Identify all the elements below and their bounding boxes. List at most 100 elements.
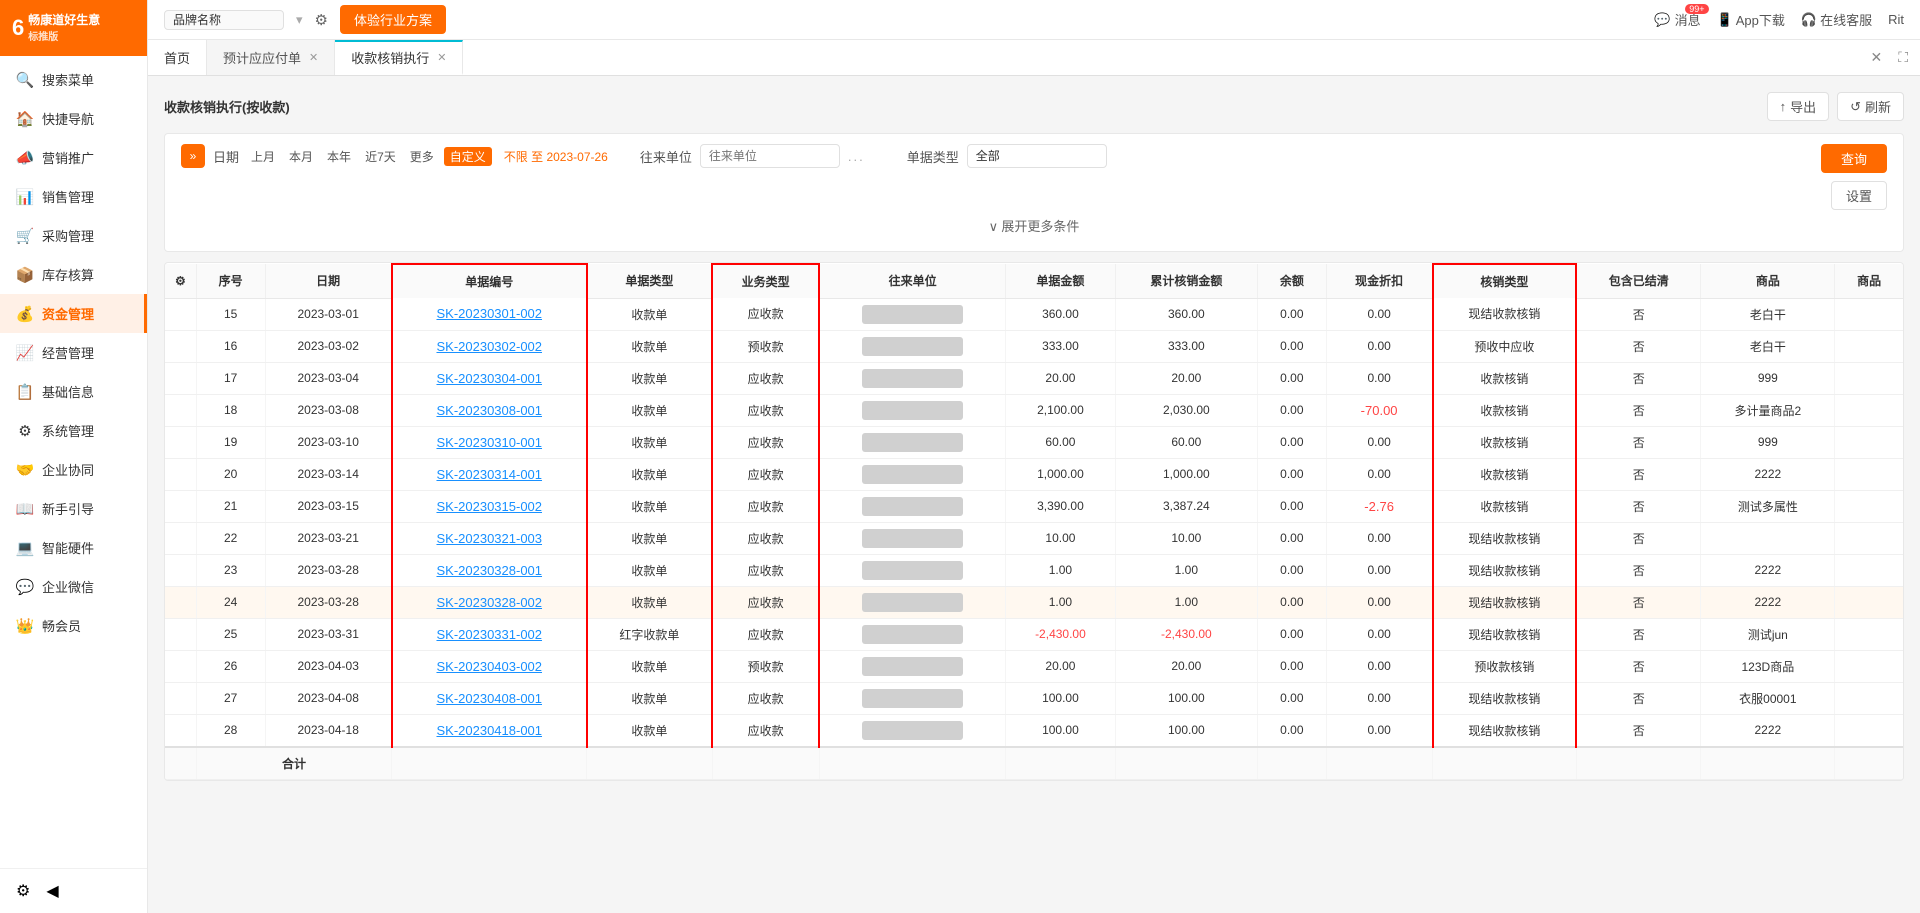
filter-expand-btn[interactable]: ∨ 展开更多条件 <box>181 210 1887 241</box>
tab-fullscreen-icon[interactable]: ⛶ <box>1894 45 1912 70</box>
cell-doc-no[interactable]: SK-20230328-002 <box>392 586 587 618</box>
cell-doc-no[interactable]: SK-20230403-002 <box>392 650 587 682</box>
sidebar-item-label: 销售管理 <box>42 187 94 206</box>
query-btn[interactable]: 查询 <box>1821 144 1887 173</box>
sidebar-item-inventory[interactable]: 📦 库存核算 <box>0 255 147 294</box>
date-custom-btn[interactable]: 自定义 <box>444 147 492 166</box>
sidebar-item-enterprise[interactable]: 🤝 企业协同 <box>0 450 147 489</box>
cell-doc-no[interactable]: SK-20230408-001 <box>392 682 587 714</box>
cell-include-settled: 否 <box>1576 394 1701 426</box>
date-more-btn[interactable]: 更多 <box>406 146 438 167</box>
cell-settings <box>165 682 196 714</box>
cell-doc-no[interactable]: SK-20230321-003 <box>392 522 587 554</box>
tab-collection-verify[interactable]: 收款核销执行 ✕ <box>335 40 463 75</box>
cell-doc-no[interactable]: SK-20230418-001 <box>392 714 587 747</box>
cell-balance: 0.00 <box>1257 394 1326 426</box>
cell-date: 2023-03-01 <box>265 298 392 330</box>
cell-discount: 0.00 <box>1326 522 1432 554</box>
app-download-link[interactable]: 📱 App下载 <box>1717 10 1785 29</box>
sidebar-item-marketing[interactable]: 📣 营销推广 <box>0 138 147 177</box>
cell-discount: 0.00 <box>1326 714 1432 747</box>
member-icon: 👑 <box>16 617 34 635</box>
cell-biz-type: 应收款 <box>712 618 819 650</box>
tab-presettlement-close[interactable]: ✕ <box>309 51 318 64</box>
th-settings[interactable]: ⚙ <box>165 264 196 298</box>
page-title-text: 收款核销执行(按收款) <box>164 97 290 116</box>
sidebar-item-quicknav[interactable]: 🏠 快捷导航 <box>0 99 147 138</box>
cell-settings <box>165 586 196 618</box>
brand-input[interactable] <box>164 10 284 30</box>
cell-verify-type: 收款核销 <box>1433 426 1577 458</box>
cell-no: 16 <box>196 330 265 362</box>
sidebar-item-search[interactable]: 🔍 搜索菜单 <box>0 60 147 99</box>
cell-balance: 0.00 <box>1257 490 1326 522</box>
cell-verified: 100.00 <box>1115 714 1257 747</box>
solution-btn[interactable]: 体验行业方案 <box>340 5 446 34</box>
tab-presettlement[interactable]: 预计应应付单 ✕ <box>207 40 335 75</box>
export-btn[interactable]: ↑ 导出 <box>1767 92 1830 121</box>
cell-verified: 360.00 <box>1115 298 1257 330</box>
sales-icon: 📊 <box>16 188 34 206</box>
online-service-link[interactable]: 🎧 在线客服 <box>1801 10 1872 29</box>
messages-btn[interactable]: 💬 消息 99+ <box>1654 10 1700 29</box>
sidebar-item-sales[interactable]: 📊 销售管理 <box>0 177 147 216</box>
cell-doc-no[interactable]: SK-20230315-002 <box>392 490 587 522</box>
cell-doc-no[interactable]: SK-20230308-001 <box>392 394 587 426</box>
filter-partner-input[interactable] <box>700 144 840 168</box>
topbar-gear-icon[interactable]: ⚙ <box>315 11 328 29</box>
filter-collapse-btn[interactable]: » <box>181 144 205 168</box>
cell-doc-no[interactable]: SK-20230310-001 <box>392 426 587 458</box>
sidebar-item-label: 畅会员 <box>42 616 81 635</box>
tabbar: 首页 预计应应付单 ✕ 收款核销执行 ✕ ✕ ⛶ <box>148 40 1920 76</box>
th-biz-type: 业务类型 <box>712 264 819 298</box>
topbar-dropdown-icon[interactable]: ▾ <box>296 12 303 28</box>
cell-partner: ███████ <box>819 458 1005 490</box>
cell-no: 15 <box>196 298 265 330</box>
cell-doc-no[interactable]: SK-20230331-002 <box>392 618 587 650</box>
sidebar-item-hardware[interactable]: 💻 智能硬件 <box>0 528 147 567</box>
date-prev-month-btn[interactable]: 上月 <box>247 146 279 167</box>
cell-verify-type: 现结收款核销 <box>1433 554 1577 586</box>
sidebar-item-label: 营销推广 <box>42 148 94 167</box>
cell-biz-type: 应收款 <box>712 522 819 554</box>
date-curr-year-btn[interactable]: 本年 <box>323 146 355 167</box>
cell-doc-no[interactable]: SK-20230304-001 <box>392 362 587 394</box>
sidebar-item-operations[interactable]: 📈 经营管理 <box>0 333 147 372</box>
cell-biz-type: 预收款 <box>712 330 819 362</box>
sidebar-item-finance[interactable]: 💰 资金管理 <box>0 294 147 333</box>
cell-doc-no[interactable]: SK-20230302-002 <box>392 330 587 362</box>
user-info[interactable]: Rit <box>1888 12 1904 27</box>
tab-home[interactable]: 首页 <box>148 40 207 75</box>
sidebar: 6 畅康道好生意 标推版 🔍 搜索菜单 🏠 快捷导航 📣 营销推广 📊 销售管理 <box>0 0 148 913</box>
cell-doc-type: 收款单 <box>587 298 712 330</box>
sidebar-item-system[interactable]: ⚙ 系统管理 <box>0 411 147 450</box>
cell-doc-type: 收款单 <box>587 330 712 362</box>
filter-settings-btn[interactable]: 设置 <box>1831 181 1887 210</box>
cell-doc-no[interactable]: SK-20230314-001 <box>392 458 587 490</box>
cell-verify-type: 现结收款核销 <box>1433 298 1577 330</box>
date-7days-btn[interactable]: 近7天 <box>361 146 400 167</box>
basic-icon: 📋 <box>16 383 34 401</box>
sidebar-item-purchase[interactable]: 🛒 采购管理 <box>0 216 147 255</box>
refresh-btn[interactable]: ↺ 刷新 <box>1837 92 1904 121</box>
tab-close-all-icon[interactable]: ✕ <box>1866 45 1886 70</box>
sidebar-item-basic[interactable]: 📋 基础信息 <box>0 372 147 411</box>
cell-goods2 <box>1835 490 1903 522</box>
date-curr-month-btn[interactable]: 本月 <box>285 146 317 167</box>
settings-footer-icon[interactable]: ⚙ <box>16 881 30 901</box>
tab-collection-verify-close[interactable]: ✕ <box>437 51 446 64</box>
inventory-icon: 📦 <box>16 266 34 284</box>
cell-goods: 测试多属性 <box>1701 490 1835 522</box>
sidebar-item-guide[interactable]: 📖 新手引导 <box>0 489 147 528</box>
sidebar-item-wechat[interactable]: 💬 企业微信 <box>0 567 147 606</box>
filter-doctype-select[interactable]: 全部 收款单 红字收款单 <box>967 144 1107 168</box>
cell-date: 2023-03-15 <box>265 490 392 522</box>
sidebar-nav: 🔍 搜索菜单 🏠 快捷导航 📣 营销推广 📊 销售管理 🛒 采购管理 📦 库存核… <box>0 56 147 868</box>
sidebar-item-member[interactable]: 👑 畅会员 <box>0 606 147 645</box>
cell-doc-no[interactable]: SK-20230301-002 <box>392 298 587 330</box>
cell-settings <box>165 362 196 394</box>
cell-doc-no[interactable]: SK-20230328-001 <box>392 554 587 586</box>
collapse-icon[interactable]: ◀ <box>46 881 58 901</box>
cell-amount: 1.00 <box>1006 554 1116 586</box>
cell-settings <box>165 618 196 650</box>
